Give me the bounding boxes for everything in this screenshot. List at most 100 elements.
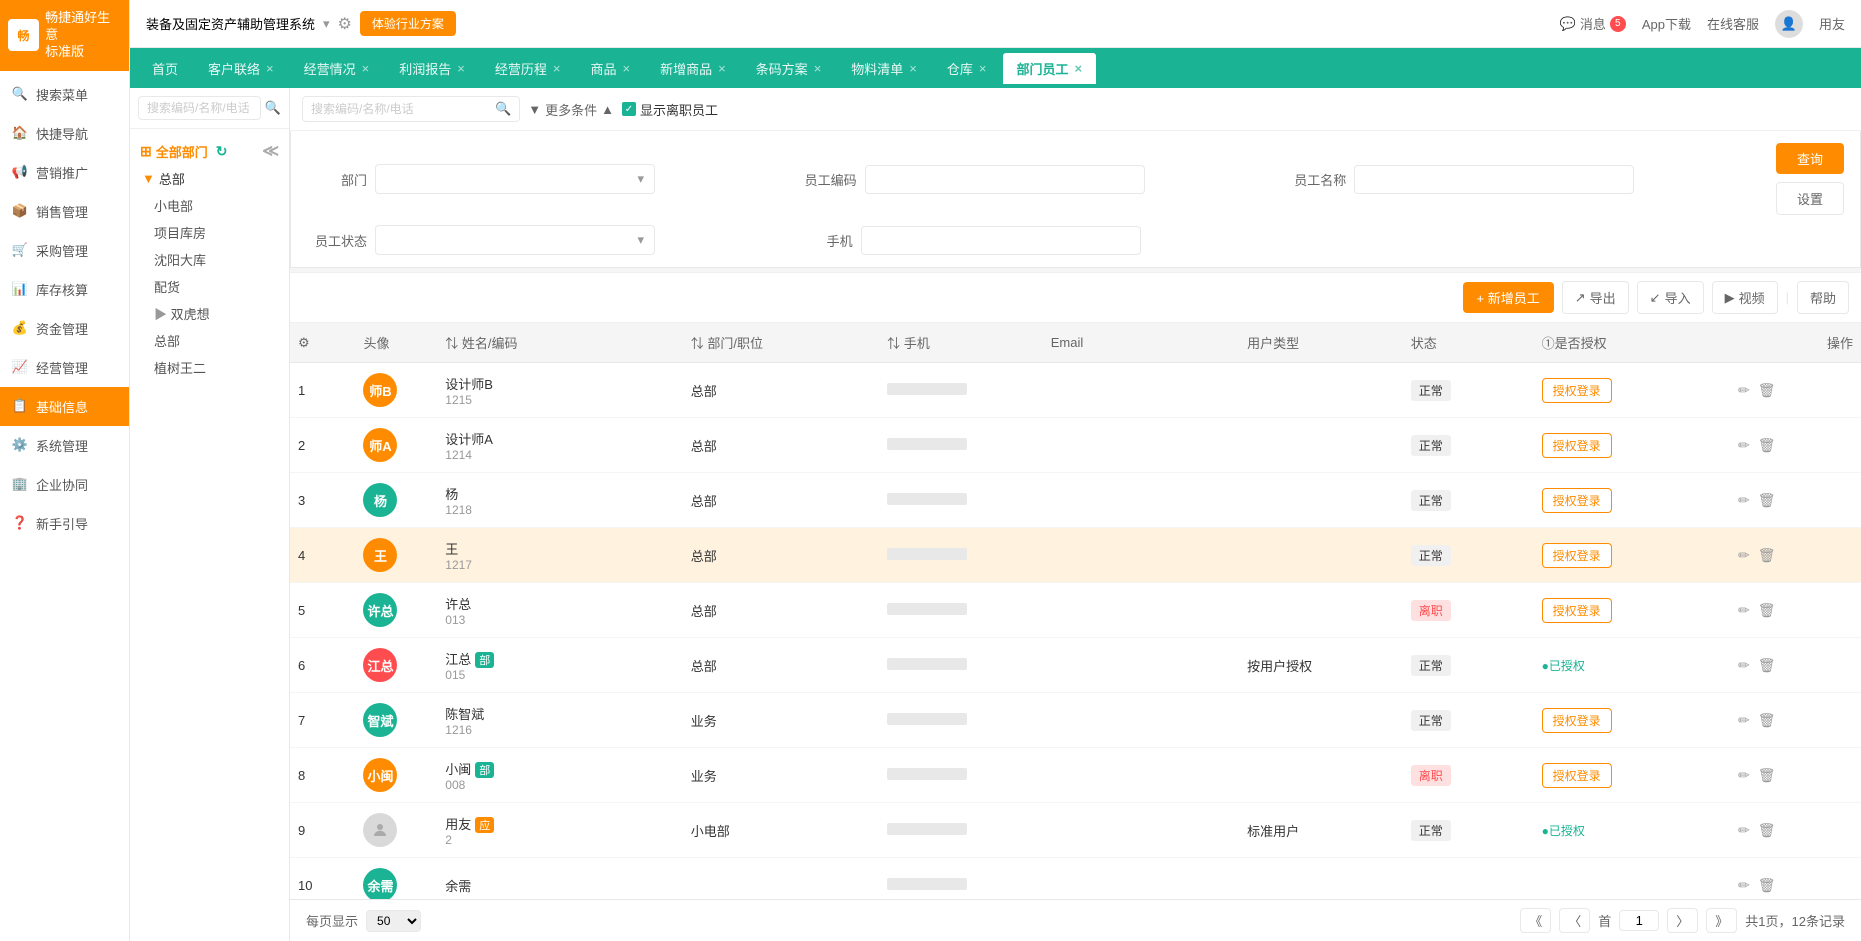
tab-home[interactable]: 首页 bbox=[138, 53, 192, 84]
row-auth[interactable]: 授权登录 bbox=[1534, 363, 1730, 418]
sidebar-item-sales[interactable]: 📦 销售管理 bbox=[0, 192, 129, 231]
phone-input[interactable] bbox=[861, 226, 1141, 255]
edit-icon[interactable]: ✏ bbox=[1738, 492, 1750, 509]
auth-btn[interactable]: 授权登录 bbox=[1542, 763, 1612, 788]
more-filter-btn[interactable]: ▼ 更多条件 ▲ bbox=[528, 100, 614, 119]
add-employee-btn[interactable]: + 新增员工 bbox=[1463, 282, 1554, 313]
tab-barcode[interactable]: 条码方案 × bbox=[742, 53, 836, 84]
delete-icon[interactable]: 🗑 bbox=[1758, 712, 1776, 729]
page-size-select[interactable]: 50 20 100 bbox=[366, 910, 421, 932]
delete-icon[interactable]: 🗑 bbox=[1758, 822, 1776, 839]
auth-btn[interactable]: 授权登录 bbox=[1542, 708, 1612, 733]
emp-status-select[interactable]: ▾ bbox=[375, 225, 655, 255]
dept-node-head[interactable]: 总部 bbox=[134, 327, 285, 354]
emp-name-input[interactable] bbox=[1354, 165, 1634, 194]
edit-icon[interactable]: ✏ bbox=[1738, 602, 1750, 619]
tab-close-employees[interactable]: × bbox=[1075, 61, 1083, 76]
sidebar-item-basic[interactable]: 📋 基础信息 bbox=[0, 387, 129, 426]
online-service[interactable]: 在线客服 bbox=[1707, 14, 1759, 33]
col-name[interactable]: ⇅ 姓名/编码 bbox=[437, 323, 682, 363]
delete-icon[interactable]: 🗑 bbox=[1758, 547, 1776, 564]
col-phone[interactable]: ⇅ 手机 bbox=[879, 323, 1043, 363]
last-page-btn[interactable]: 》 bbox=[1706, 908, 1737, 933]
dept-node-project[interactable]: 项目库房 bbox=[134, 219, 285, 246]
sidebar-item-purchase[interactable]: 🛒 采购管理 bbox=[0, 231, 129, 270]
dept-search-icon[interactable]: 🔍 bbox=[265, 100, 281, 116]
delete-icon[interactable]: 🗑 bbox=[1758, 602, 1776, 619]
message-area[interactable]: 💬 消息 5 bbox=[1560, 14, 1626, 33]
delete-icon[interactable]: 🗑 bbox=[1758, 877, 1776, 894]
import-btn[interactable]: ↙ 导入 bbox=[1637, 281, 1704, 314]
sidebar-item-corp[interactable]: 🏢 企业协同 bbox=[0, 465, 129, 504]
video-btn[interactable]: ▶ 视频 bbox=[1712, 281, 1778, 314]
dept-filter-select[interactable]: ▾ bbox=[375, 164, 655, 194]
collapse-icon[interactable]: ≪ bbox=[262, 141, 279, 161]
col-settings[interactable]: ⚙ bbox=[290, 323, 355, 363]
delete-icon[interactable]: 🗑 bbox=[1758, 767, 1776, 784]
tab-employees[interactable]: 部门员工 × bbox=[1003, 53, 1097, 84]
sidebar-item-finance[interactable]: 💰 资金管理 bbox=[0, 309, 129, 348]
row-auth[interactable] bbox=[1534, 858, 1730, 900]
edit-icon[interactable]: ✏ bbox=[1738, 382, 1750, 399]
row-auth[interactable]: 授权登录 bbox=[1534, 693, 1730, 748]
user-name[interactable]: 用友 bbox=[1819, 14, 1845, 33]
emp-code-input[interactable] bbox=[865, 165, 1145, 194]
tab-bom[interactable]: 物料清单 × bbox=[837, 53, 931, 84]
sidebar-item-system[interactable]: ⚙️ 系统管理 bbox=[0, 426, 129, 465]
dept-node-electronics[interactable]: 小电部 bbox=[134, 192, 285, 219]
sidebar-item-marketing[interactable]: 📢 营销推广 bbox=[0, 153, 129, 192]
export-btn[interactable]: ↗ 导出 bbox=[1562, 281, 1629, 314]
first-page-btn[interactable]: 《 bbox=[1520, 908, 1551, 933]
table-settings-icon[interactable]: ⚙ bbox=[298, 335, 310, 350]
auth-btn[interactable]: 授权登录 bbox=[1542, 378, 1612, 403]
refresh-icon[interactable]: ↻ bbox=[216, 143, 228, 160]
dept-node-zhishu[interactable]: 植树王二 bbox=[134, 354, 285, 381]
set-btn[interactable]: 设置 bbox=[1776, 182, 1844, 215]
search-btn[interactable]: 查询 bbox=[1776, 143, 1844, 174]
edit-icon[interactable]: ✏ bbox=[1738, 877, 1750, 894]
dept-search-input[interactable] bbox=[138, 96, 261, 120]
sidebar-item-inventory[interactable]: 📊 库存核算 bbox=[0, 270, 129, 309]
row-auth[interactable]: 授权登录 bbox=[1534, 748, 1730, 803]
tab-goods[interactable]: 商品 × bbox=[576, 53, 644, 84]
edit-icon[interactable]: ✏ bbox=[1738, 437, 1750, 454]
row-auth[interactable]: 授权登录 bbox=[1534, 418, 1730, 473]
tab-operation-status[interactable]: 经营情况 × bbox=[290, 53, 384, 84]
auth-btn[interactable]: 授权登录 bbox=[1542, 598, 1612, 623]
sidebar-item-search[interactable]: 🔍 搜索菜单 bbox=[0, 75, 129, 114]
dept-node-shuanghu[interactable]: ▶ 双虎想 bbox=[134, 300, 285, 327]
sidebar-item-guide[interactable]: ❓ 新手引导 bbox=[0, 504, 129, 543]
search-input[interactable] bbox=[311, 102, 491, 116]
tab-close-customer[interactable]: × bbox=[266, 61, 274, 76]
edit-icon[interactable]: ✏ bbox=[1738, 822, 1750, 839]
tab-new-goods[interactable]: 新增商品 × bbox=[646, 53, 740, 84]
tab-close-goods[interactable]: × bbox=[622, 61, 630, 76]
dropdown-icon[interactable]: ▾ bbox=[323, 16, 330, 32]
edit-icon[interactable]: ✏ bbox=[1738, 767, 1750, 784]
col-dept[interactable]: ⇅ 部门/职位 bbox=[683, 323, 879, 363]
delete-icon[interactable]: 🗑 bbox=[1758, 492, 1776, 509]
tab-close-bom[interactable]: × bbox=[909, 61, 917, 76]
edit-icon[interactable]: ✏ bbox=[1738, 547, 1750, 564]
auth-btn[interactable]: 授权登录 bbox=[1542, 488, 1612, 513]
show-resigned-checkbox[interactable]: ✓ 显示离职员工 bbox=[622, 100, 718, 119]
settings-icon[interactable]: ⚙ bbox=[338, 14, 352, 34]
delete-icon[interactable]: 🗑 bbox=[1758, 382, 1776, 399]
next-page-btn[interactable]: 〉 bbox=[1667, 908, 1698, 933]
row-auth[interactable]: 授权登录 bbox=[1534, 473, 1730, 528]
auth-btn[interactable]: 授权登录 bbox=[1542, 543, 1612, 568]
tab-close-history[interactable]: × bbox=[553, 61, 561, 76]
row-auth[interactable]: 授权登录 bbox=[1534, 528, 1730, 583]
dept-node-shenyang[interactable]: 沈阳大库 bbox=[134, 246, 285, 273]
tab-warehouse[interactable]: 仓库 × bbox=[933, 53, 1001, 84]
auth-btn[interactable]: 授权登录 bbox=[1542, 433, 1612, 458]
edit-icon[interactable]: ✏ bbox=[1738, 712, 1750, 729]
page-input[interactable] bbox=[1619, 910, 1659, 931]
tab-profit[interactable]: 利润报告 × bbox=[385, 53, 479, 84]
tab-close-new-goods[interactable]: × bbox=[718, 61, 726, 76]
tab-close-warehouse[interactable]: × bbox=[979, 61, 987, 76]
sidebar-item-operation[interactable]: 📈 经营管理 bbox=[0, 348, 129, 387]
tab-history[interactable]: 经营历程 × bbox=[481, 53, 575, 84]
app-download[interactable]: App下载 bbox=[1642, 14, 1691, 33]
row-auth[interactable]: 授权登录 bbox=[1534, 583, 1730, 638]
